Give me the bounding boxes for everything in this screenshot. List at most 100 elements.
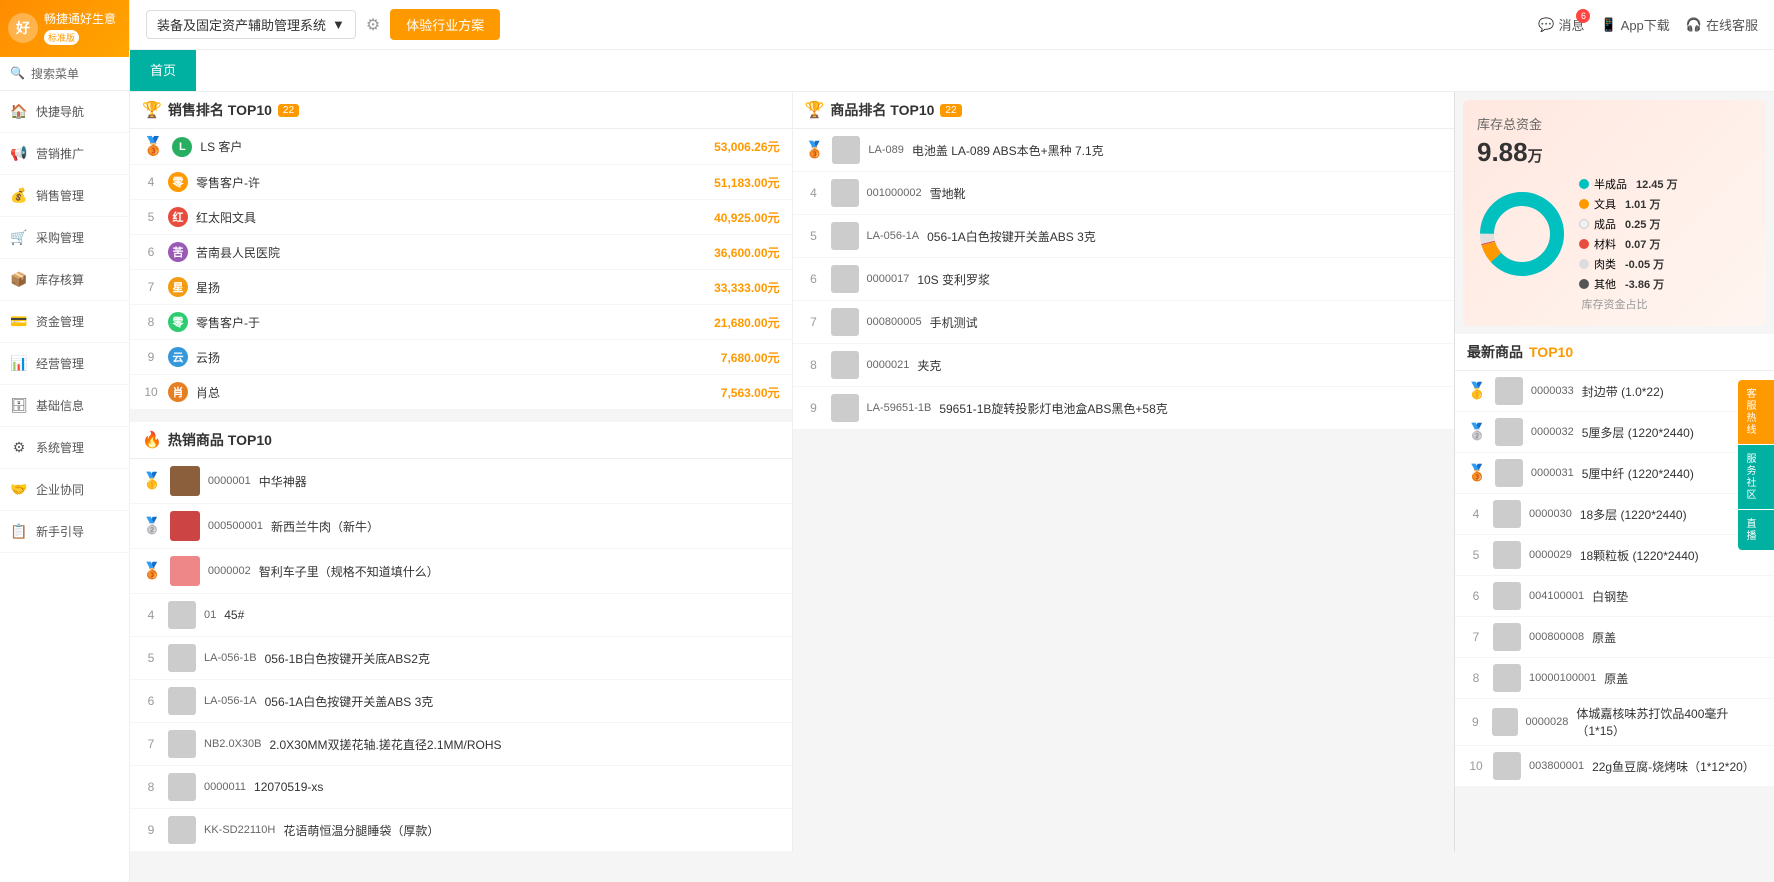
app-download-button[interactable]: 📱 App下载 bbox=[1600, 15, 1669, 34]
hot-product-row-6: 6 LA-056-1A 056-1A白色按键开关盖ABS 3克 bbox=[130, 680, 792, 723]
product-name: 2.0X30MM双搓花轴.搓花直径2.1MM/ROHS bbox=[269, 736, 501, 753]
lp-code: 10000100001 bbox=[1529, 672, 1596, 684]
latest-row-8: 8 10000100001 原盖 bbox=[1455, 658, 1774, 699]
sidebar-item-guide[interactable]: 📋 新手引导 bbox=[0, 511, 129, 553]
legend-item-6: 其他 -3.86 万 bbox=[1579, 276, 1678, 292]
product-name: 45# bbox=[224, 608, 244, 622]
sidebar-item-inventory[interactable]: 📦 库存核算 bbox=[0, 259, 129, 301]
rank-num: 10 bbox=[142, 385, 160, 399]
customer-service-button[interactable]: 🎧 在线客服 bbox=[1686, 15, 1758, 34]
sidebar-item-enterprise[interactable]: 🤝 企业协同 bbox=[0, 469, 129, 511]
customer-amount: 7,680.00元 bbox=[721, 349, 780, 366]
lp-name: 5厘多层 (1220*2440) bbox=[1582, 424, 1694, 441]
hot-products-title: 热销商品 TOP10 bbox=[168, 430, 272, 450]
product-rank-img-6 bbox=[831, 265, 859, 293]
system-selector[interactable]: 装备及固定资产辅助管理系统 ▼ bbox=[146, 10, 356, 39]
customer-name: 苦南县人民医院 bbox=[196, 244, 706, 261]
sidebar-item-management[interactable]: 📊 经营管理 bbox=[0, 343, 129, 385]
nav-label: 新手引导 bbox=[36, 523, 84, 540]
sidebar-item-system[interactable]: ⚙ 系统管理 bbox=[0, 427, 129, 469]
headset-icon: 🎧 bbox=[1686, 17, 1702, 33]
lp-code: 004100001 bbox=[1529, 590, 1584, 602]
product-rank-row-3: 🥉 LA-089 电池盖 LA-089 ABS本色+黑种 7.1克 bbox=[793, 129, 1455, 172]
lp-name: 原盖 bbox=[1604, 670, 1628, 687]
product-rank-name: 手机测试 bbox=[930, 314, 978, 331]
chevron-down-icon: ▼ bbox=[332, 17, 345, 32]
donut-chart bbox=[1477, 189, 1567, 279]
nav-label: 营销推广 bbox=[36, 145, 84, 162]
customer-amount: 40,925.00元 bbox=[714, 209, 779, 226]
sidebar-item-marketing[interactable]: 📢 营销推广 bbox=[0, 133, 129, 175]
inventory-card: 库存总资金 9.88万 bbox=[1463, 100, 1766, 326]
customer-avatar-3: L bbox=[172, 137, 192, 157]
product-code: 0000011 bbox=[204, 781, 246, 793]
logo-icon: 好 bbox=[8, 13, 38, 43]
legend-item-1: 半成品 12.45 万 bbox=[1579, 176, 1678, 192]
customer-amount: 33,333.00元 bbox=[714, 279, 779, 296]
product-image-8 bbox=[168, 773, 196, 801]
product-rank-code: 000800005 bbox=[867, 316, 922, 328]
product-image-9 bbox=[168, 816, 196, 844]
product-code: 0000002 bbox=[208, 565, 251, 577]
product-rank-name: 夹克 bbox=[917, 357, 941, 374]
nav-label: 经营管理 bbox=[36, 355, 84, 372]
latest-products-list: 🥇 0000033 封边带 (1.0*22) 🥈 0000032 5厘多层 (1… bbox=[1455, 371, 1774, 787]
legend-label-4: 材料 bbox=[1594, 236, 1616, 252]
customer-name: 肖总 bbox=[196, 384, 713, 401]
legend-label-2: 文具 bbox=[1594, 196, 1616, 212]
product-rank-img-5 bbox=[831, 222, 859, 250]
service-community-btn[interactable]: 服务社区 bbox=[1738, 445, 1774, 509]
lp-code: 0000029 bbox=[1529, 549, 1572, 561]
product-code: LA-056-1A bbox=[204, 695, 257, 707]
nav-label: 系统管理 bbox=[36, 439, 84, 456]
sidebar: 好 畅捷通好生意 标准版 🔍 搜索菜单 🏠 快捷导航 📢 营销推广 💰 销售管理… bbox=[0, 0, 130, 882]
cs-hotline-btn[interactable]: 客服热线 bbox=[1738, 380, 1774, 444]
product-rank-code: LA-089 bbox=[868, 144, 903, 156]
silver-medal-icon: 🥈 bbox=[142, 516, 162, 536]
customer-amount: 7,563.00元 bbox=[721, 384, 780, 401]
hot-products-header: 🔥 热销商品 TOP10 bbox=[130, 422, 792, 459]
lp-code: 0000032 bbox=[1531, 426, 1574, 438]
hot-products-list: 🥇 0000001 中华神器 🥈 000500001 新西兰牛肉（新牛） 🥉 bbox=[130, 459, 792, 852]
live-btn[interactable]: 直播 bbox=[1738, 510, 1774, 550]
lp-name: 白钢垫 bbox=[1592, 588, 1628, 605]
rank-num: 4 bbox=[142, 608, 160, 622]
lp-img-9 bbox=[1492, 708, 1518, 736]
nav-label: 基础信息 bbox=[36, 397, 84, 414]
search-menu[interactable]: 🔍 搜索菜单 bbox=[0, 57, 129, 91]
topbar: 装备及固定资产辅助管理系统 ▼ ⚙ 体验行业方案 💬 消息 6 📱 App下载 … bbox=[130, 0, 1774, 50]
sidebar-item-sales[interactable]: 💰 销售管理 bbox=[0, 175, 129, 217]
product-name: 中华神器 bbox=[259, 473, 307, 490]
notification-button[interactable]: 💬 消息 6 bbox=[1538, 15, 1584, 34]
chart-label: 库存资金占比 bbox=[1477, 296, 1752, 312]
product-rank-title: 商品排名 TOP10 bbox=[830, 100, 934, 120]
gear-icon[interactable]: ⚙ bbox=[366, 15, 380, 35]
customer-list: 🥉 L LS 客户 53,006.26元 4 零 零售客户-许 51,183.0… bbox=[130, 129, 792, 410]
purchase-icon: 🛒 bbox=[10, 229, 28, 246]
sidebar-item-purchase[interactable]: 🛒 采购管理 bbox=[0, 217, 129, 259]
rank-num: 9 bbox=[142, 823, 160, 837]
sidebar-item-finance[interactable]: 💳 资金管理 bbox=[0, 301, 129, 343]
customer-amount: 51,183.00元 bbox=[714, 174, 779, 191]
customer-name: 零售客户-于 bbox=[196, 314, 706, 331]
product-code: 01 bbox=[204, 609, 216, 621]
product-rank-header: 🏆 商品排名 TOP10 22 bbox=[793, 92, 1455, 129]
rank-num: 6 bbox=[1467, 589, 1485, 603]
tab-home[interactable]: 首页 bbox=[130, 50, 196, 91]
bronze-medal-lp: 🥉 bbox=[1467, 463, 1487, 483]
nav-label: 快捷导航 bbox=[36, 103, 84, 120]
management-icon: 📊 bbox=[10, 355, 28, 372]
rank-num: 7 bbox=[142, 280, 160, 294]
sidebar-item-basic[interactable]: 🗄 基础信息 bbox=[0, 385, 129, 427]
legend-label-1: 半成品 bbox=[1594, 176, 1627, 192]
product-rank-code: 0000017 bbox=[867, 273, 910, 285]
sidebar-item-home[interactable]: 🏠 快捷导航 bbox=[0, 91, 129, 133]
rank-num: 7 bbox=[142, 737, 160, 751]
nav-label: 采购管理 bbox=[36, 229, 84, 246]
lp-code: 000800008 bbox=[1529, 631, 1584, 643]
product-rank-code: 001000002 bbox=[867, 187, 922, 199]
product-rank-code: LA-056-1A bbox=[867, 230, 920, 242]
try-button[interactable]: 体验行业方案 bbox=[390, 9, 500, 40]
legend: 半成品 12.45 万 文具 1.01 万 成品 0 bbox=[1579, 176, 1678, 292]
fire-icon: 🔥 bbox=[142, 430, 162, 450]
